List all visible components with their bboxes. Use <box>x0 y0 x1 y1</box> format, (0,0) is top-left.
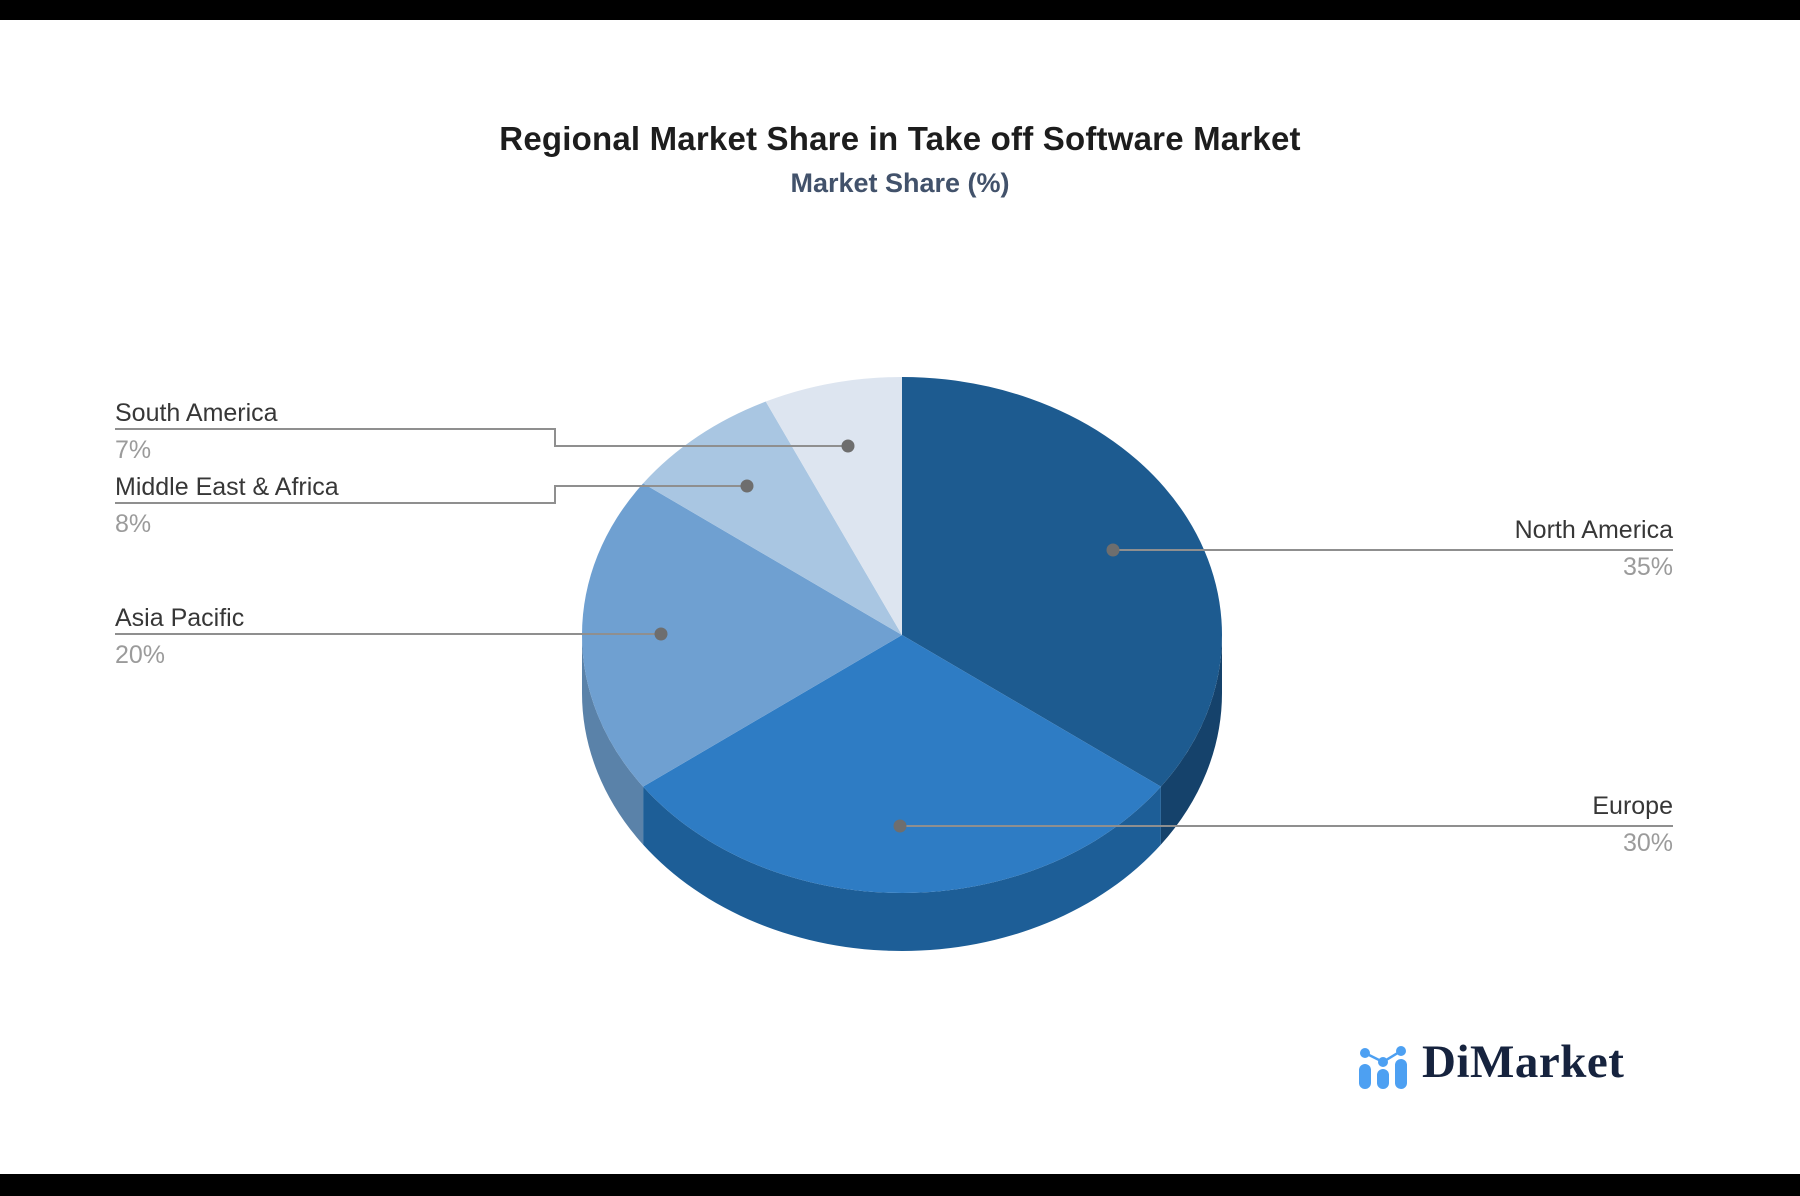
callout-dot-1 <box>894 820 907 833</box>
slice-label: Asia Pacific <box>115 603 244 633</box>
bottom-letterbox-bar <box>0 1174 1800 1196</box>
dimarket-logo: DiMarket <box>1352 1032 1624 1090</box>
slice-value: 30% <box>1592 828 1673 858</box>
slice-label: Middle East & Africa <box>115 472 339 502</box>
slice-label: North America <box>1515 515 1673 545</box>
callout-label-asia-pacific: Asia Pacific 20% <box>115 603 244 670</box>
pie-chart <box>0 0 1800 1196</box>
callout-label-middle-east-africa: Middle East & Africa 8% <box>115 472 339 539</box>
slice-label: South America <box>115 398 278 428</box>
callout-label-north-america: North America 35% <box>1515 515 1673 582</box>
callout-label-south-america: South America 7% <box>115 398 278 465</box>
slice-value: 20% <box>115 640 244 670</box>
bar-line-chart-icon <box>1352 1032 1414 1090</box>
slice-value: 8% <box>115 509 339 539</box>
screenshot-root: Regional Market Share in Take off Softwa… <box>0 0 1800 1196</box>
callout-dot-3 <box>741 480 754 493</box>
slice-value: 35% <box>1515 552 1673 582</box>
callout-dot-2 <box>655 628 668 641</box>
logo-text: DiMarket <box>1422 1034 1624 1090</box>
callout-dot-0 <box>1107 544 1120 557</box>
slice-label: Europe <box>1592 791 1673 821</box>
slice-value: 7% <box>115 435 278 465</box>
callout-label-europe: Europe 30% <box>1592 791 1673 858</box>
callout-dot-4 <box>842 440 855 453</box>
